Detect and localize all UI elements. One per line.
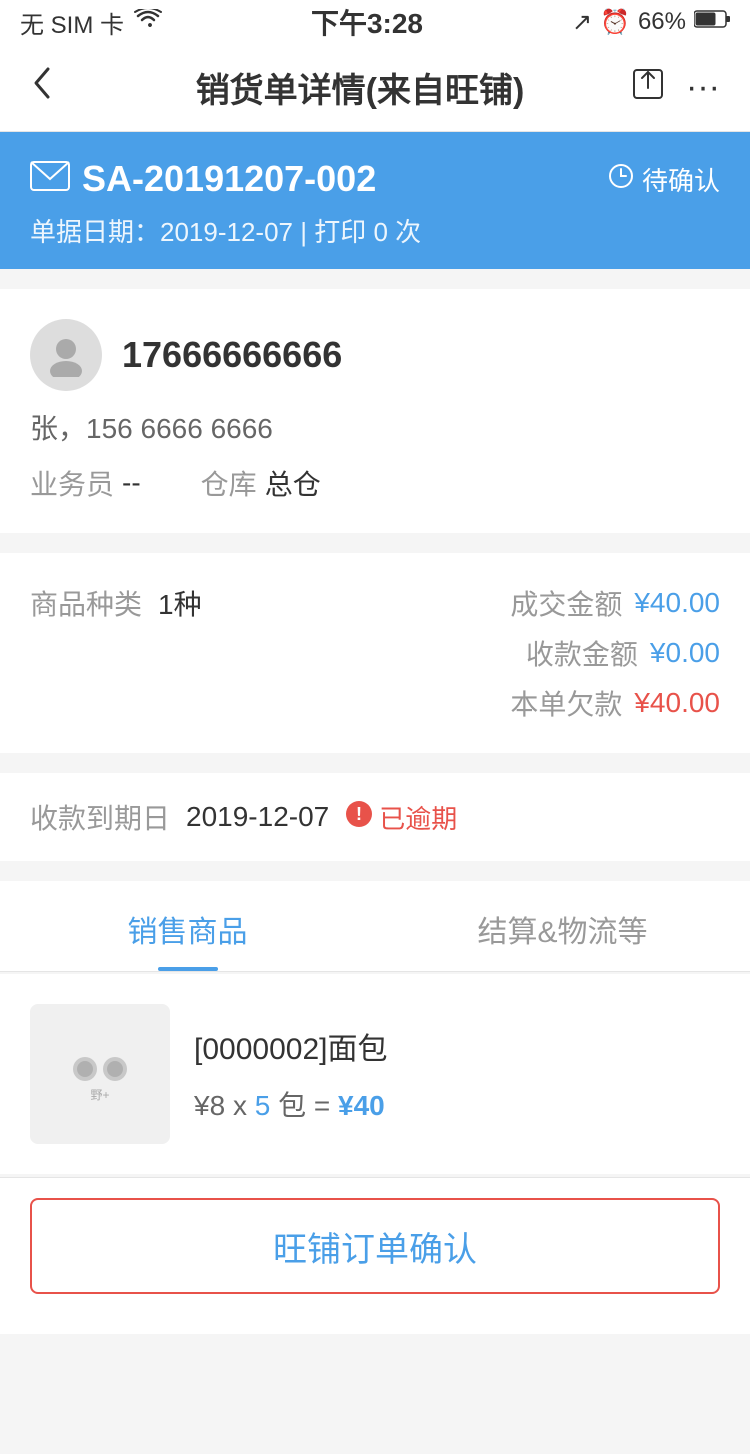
order-number: SA-20191207-002	[30, 158, 376, 200]
product-name: [0000002]面包	[194, 1024, 720, 1068]
share-icon[interactable]	[630, 66, 666, 109]
warehouse-value: 总仓	[265, 463, 321, 503]
due-section: 收款到期日 2019-12-07 ! 已逾期	[0, 773, 750, 861]
product-section: 野+ [0000002]面包 ¥8 x 5 包 = ¥40	[0, 974, 750, 1174]
customer-name: 张，156 6666 6666	[30, 407, 720, 447]
battery-text: 66%	[638, 8, 686, 36]
svg-text:野+: 野+	[90, 1088, 109, 1102]
tab-sales-products[interactable]: 销售商品	[0, 881, 375, 971]
status-time: 下午3:28	[311, 2, 423, 42]
overdue-text: 已逾期	[379, 799, 457, 836]
more-button[interactable]: ···	[686, 68, 720, 107]
nav-actions: ···	[630, 66, 720, 109]
battery-icon	[694, 8, 730, 36]
salesman-label: 业务员	[30, 463, 114, 503]
customer-phone: 17666666666	[122, 334, 342, 376]
product-image: 野+	[30, 1004, 170, 1144]
overdue-badge: ! 已逾期	[345, 799, 457, 836]
product-total: ¥40	[338, 1090, 385, 1121]
avatar	[30, 319, 102, 391]
order-status: 待确认	[608, 161, 720, 198]
overdue-icon: !	[345, 800, 373, 835]
wifi-icon	[134, 8, 162, 36]
received-value: ¥0.00	[650, 637, 720, 669]
received-label: 收款金额	[526, 633, 638, 673]
status-right: ↗ ⏰ 66%	[572, 8, 730, 37]
product-type-label: 商品种类	[30, 583, 142, 623]
back-button[interactable]	[30, 63, 90, 112]
warehouse-label: 仓库	[201, 463, 257, 503]
owed-value: ¥40.00	[634, 687, 720, 719]
salesman-value: --	[122, 467, 141, 499]
product-qty: 5	[255, 1090, 271, 1121]
nav-bar: 销货单详情(来自旺铺) ···	[0, 44, 750, 132]
page-title: 销货单详情(来自旺铺)	[90, 63, 630, 112]
order-envelope-icon	[30, 158, 70, 200]
amount-value: ¥40.00	[634, 587, 720, 619]
product-type: 商品种类 1种	[30, 583, 510, 623]
alarm-icon: ⏰	[600, 8, 630, 37]
location-icon: ↗	[572, 8, 592, 37]
amount-label: 成交金额	[510, 583, 622, 623]
clock-icon	[608, 163, 634, 196]
product-type-value: 1种	[158, 583, 202, 623]
amounts: 成交金额 ¥40.00 收款金额 ¥0.00 本单欠款 ¥40.00	[510, 583, 720, 723]
owed-label: 本单欠款	[510, 683, 622, 723]
product-item: 野+ [0000002]面包 ¥8 x 5 包 = ¥40	[0, 974, 750, 1174]
tab-settlement-logistics[interactable]: 结算&物流等	[375, 881, 750, 971]
order-date: 单据日期：2019-12-07 | 打印 0 次	[30, 212, 720, 249]
product-price: ¥8 x 5 包 = ¥40	[194, 1084, 720, 1124]
due-label: 收款到期日	[30, 797, 170, 837]
order-header-card: SA-20191207-002 待确认 单据日期：2019-12-07 | 打印…	[0, 132, 750, 269]
svg-text:!: !	[356, 804, 362, 824]
confirm-order-button[interactable]: 旺铺订单确认	[30, 1198, 720, 1294]
customer-meta: 业务员 -- 仓库 总仓	[30, 463, 720, 503]
due-date: 2019-12-07	[186, 801, 329, 833]
bottom-actions: 旺铺订单确认	[0, 1177, 750, 1334]
summary-section: 商品种类 1种 成交金额 ¥40.00 收款金额 ¥0.00 本单欠款 ¥40.…	[0, 553, 750, 753]
carrier-text: 无 SIM 卡	[20, 5, 124, 40]
customer-section: 17666666666 张，156 6666 6666 业务员 -- 仓库 总仓	[0, 289, 750, 533]
status-left: 无 SIM 卡	[20, 5, 162, 40]
tabs-bar: 销售商品 结算&物流等	[0, 881, 750, 972]
product-info: [0000002]面包 ¥8 x 5 包 = ¥40	[194, 1024, 720, 1124]
status-bar: 无 SIM 卡 下午3:28 ↗ ⏰ 66%	[0, 0, 750, 44]
